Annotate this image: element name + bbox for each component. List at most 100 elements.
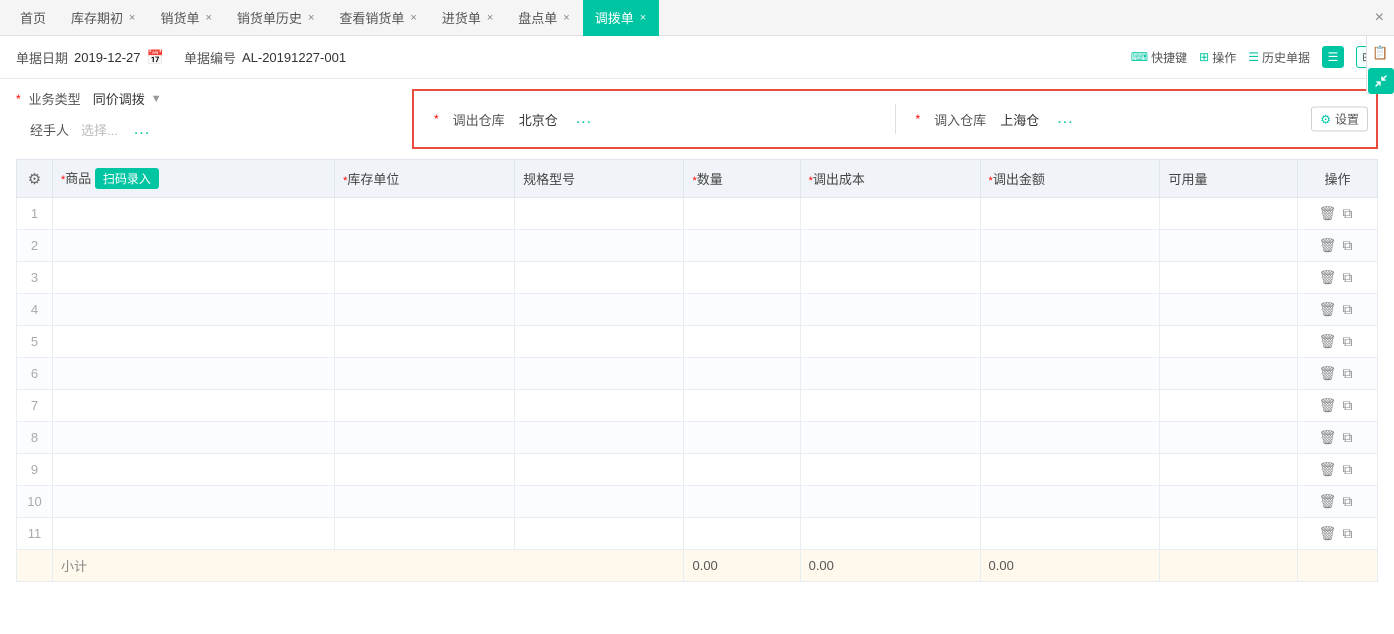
copy-icon[interactable]: ⧉	[1338, 236, 1358, 256]
tab-sales-history[interactable]: 销货单历史 ×	[225, 0, 327, 36]
cell-unit[interactable]	[335, 358, 515, 390]
cell-product[interactable]	[53, 358, 335, 390]
delete-icon[interactable]: 🗑	[1318, 492, 1338, 512]
cell-cost[interactable]	[800, 422, 980, 454]
cell-spec[interactable]	[515, 486, 684, 518]
cell-product[interactable]	[53, 230, 335, 262]
cell-qty[interactable]	[684, 422, 800, 454]
cell-amount[interactable]	[980, 518, 1160, 550]
cell-spec[interactable]	[515, 326, 684, 358]
scan-btn[interactable]: 扫码录入	[95, 168, 159, 189]
copy-icon[interactable]: ⧉	[1338, 460, 1358, 480]
cell-amount[interactable]	[980, 262, 1160, 294]
cell-qty[interactable]	[684, 486, 800, 518]
sidebar-expand-icon[interactable]	[1368, 68, 1394, 94]
sidebar-doc-icon[interactable]: 📋	[1368, 40, 1394, 66]
cell-spec[interactable]	[515, 198, 684, 230]
tab-sales-order[interactable]: 销货单 ×	[148, 0, 224, 36]
delete-icon[interactable]: 🗑	[1318, 332, 1338, 352]
cell-amount[interactable]	[980, 230, 1160, 262]
cell-product[interactable]	[53, 486, 335, 518]
layout-btn-list[interactable]: ☰	[1322, 46, 1344, 68]
cell-qty[interactable]	[684, 326, 800, 358]
delete-icon[interactable]: 🗑	[1318, 524, 1338, 544]
cell-cost[interactable]	[800, 518, 980, 550]
cell-amount[interactable]	[980, 198, 1160, 230]
cell-cost[interactable]	[800, 230, 980, 262]
cell-qty[interactable]	[684, 454, 800, 486]
cell-spec[interactable]	[515, 454, 684, 486]
shortcut-btn[interactable]: ⌨ 快捷键	[1131, 49, 1187, 66]
tab-close-sales-order[interactable]: ×	[205, 12, 211, 24]
delete-icon[interactable]: 🗑	[1318, 428, 1338, 448]
cell-qty[interactable]	[684, 390, 800, 422]
delete-icon[interactable]: 🗑	[1318, 204, 1338, 224]
cell-cost[interactable]	[800, 454, 980, 486]
cell-spec[interactable]	[515, 230, 684, 262]
tab-close-sales-history[interactable]: ×	[308, 12, 314, 24]
cell-cost[interactable]	[800, 198, 980, 230]
cell-spec[interactable]	[515, 358, 684, 390]
cell-product[interactable]	[53, 390, 335, 422]
cell-cost[interactable]	[800, 358, 980, 390]
tab-close-inventory-init[interactable]: ×	[129, 12, 135, 24]
cell-cost[interactable]	[800, 294, 980, 326]
cell-unit[interactable]	[335, 198, 515, 230]
tab-home[interactable]: 首页	[8, 0, 59, 36]
cell-amount[interactable]	[980, 358, 1160, 390]
copy-icon[interactable]: ⧉	[1338, 332, 1358, 352]
cell-amount[interactable]	[980, 422, 1160, 454]
cell-unit[interactable]	[335, 230, 515, 262]
tab-close-transfer-order[interactable]: ×	[640, 12, 646, 24]
calendar-icon[interactable]: 📅	[147, 49, 164, 66]
cell-amount[interactable]	[980, 486, 1160, 518]
warehouse-settings-btn[interactable]: ⚙ 设置	[1311, 107, 1368, 132]
tab-close-view-sales[interactable]: ×	[410, 12, 416, 24]
delete-icon[interactable]: 🗑	[1318, 268, 1338, 288]
cell-product[interactable]	[53, 326, 335, 358]
operation-btn[interactable]: ⊞ 操作	[1199, 49, 1236, 66]
cell-qty[interactable]	[684, 518, 800, 550]
close-window-icon[interactable]: ×	[1375, 9, 1384, 27]
delete-icon[interactable]: 🗑	[1318, 300, 1338, 320]
cell-product[interactable]	[53, 262, 335, 294]
copy-icon[interactable]: ⧉	[1338, 396, 1358, 416]
handler-more-btn[interactable]: ...	[134, 121, 150, 139]
cell-unit[interactable]	[335, 390, 515, 422]
in-warehouse-more[interactable]: ...	[1057, 110, 1073, 128]
cell-qty[interactable]	[684, 358, 800, 390]
tab-view-sales[interactable]: 查看销货单 ×	[327, 0, 429, 36]
cell-cost[interactable]	[800, 486, 980, 518]
cell-product[interactable]	[53, 518, 335, 550]
cell-unit[interactable]	[335, 422, 515, 454]
cell-spec[interactable]	[515, 518, 684, 550]
handler-placeholder[interactable]: 选择...	[81, 120, 118, 139]
tab-inventory-check[interactable]: 盘点单 ×	[506, 0, 582, 36]
cell-spec[interactable]	[515, 294, 684, 326]
delete-icon[interactable]: 🗑	[1318, 396, 1338, 416]
cell-spec[interactable]	[515, 422, 684, 454]
cell-cost[interactable]	[800, 390, 980, 422]
cell-unit[interactable]	[335, 326, 515, 358]
cell-product[interactable]	[53, 198, 335, 230]
delete-icon[interactable]: 🗑	[1318, 364, 1338, 384]
cell-spec[interactable]	[515, 262, 684, 294]
cell-amount[interactable]	[980, 294, 1160, 326]
cell-unit[interactable]	[335, 262, 515, 294]
copy-icon[interactable]: ⧉	[1338, 364, 1358, 384]
cell-qty[interactable]	[684, 230, 800, 262]
copy-icon[interactable]: ⧉	[1338, 492, 1358, 512]
cell-qty[interactable]	[684, 198, 800, 230]
cell-amount[interactable]	[980, 390, 1160, 422]
copy-icon[interactable]: ⧉	[1338, 428, 1358, 448]
cell-cost[interactable]	[800, 262, 980, 294]
cell-unit[interactable]	[335, 486, 515, 518]
tab-transfer-order[interactable]: 调拨单 ×	[583, 0, 659, 36]
copy-icon[interactable]: ⧉	[1338, 524, 1358, 544]
cell-product[interactable]	[53, 454, 335, 486]
cell-cost[interactable]	[800, 326, 980, 358]
copy-icon[interactable]: ⧉	[1338, 204, 1358, 224]
copy-icon[interactable]: ⧉	[1338, 300, 1358, 320]
tab-close-inventory-check[interactable]: ×	[563, 12, 569, 24]
tab-purchase-order[interactable]: 进货单 ×	[430, 0, 506, 36]
